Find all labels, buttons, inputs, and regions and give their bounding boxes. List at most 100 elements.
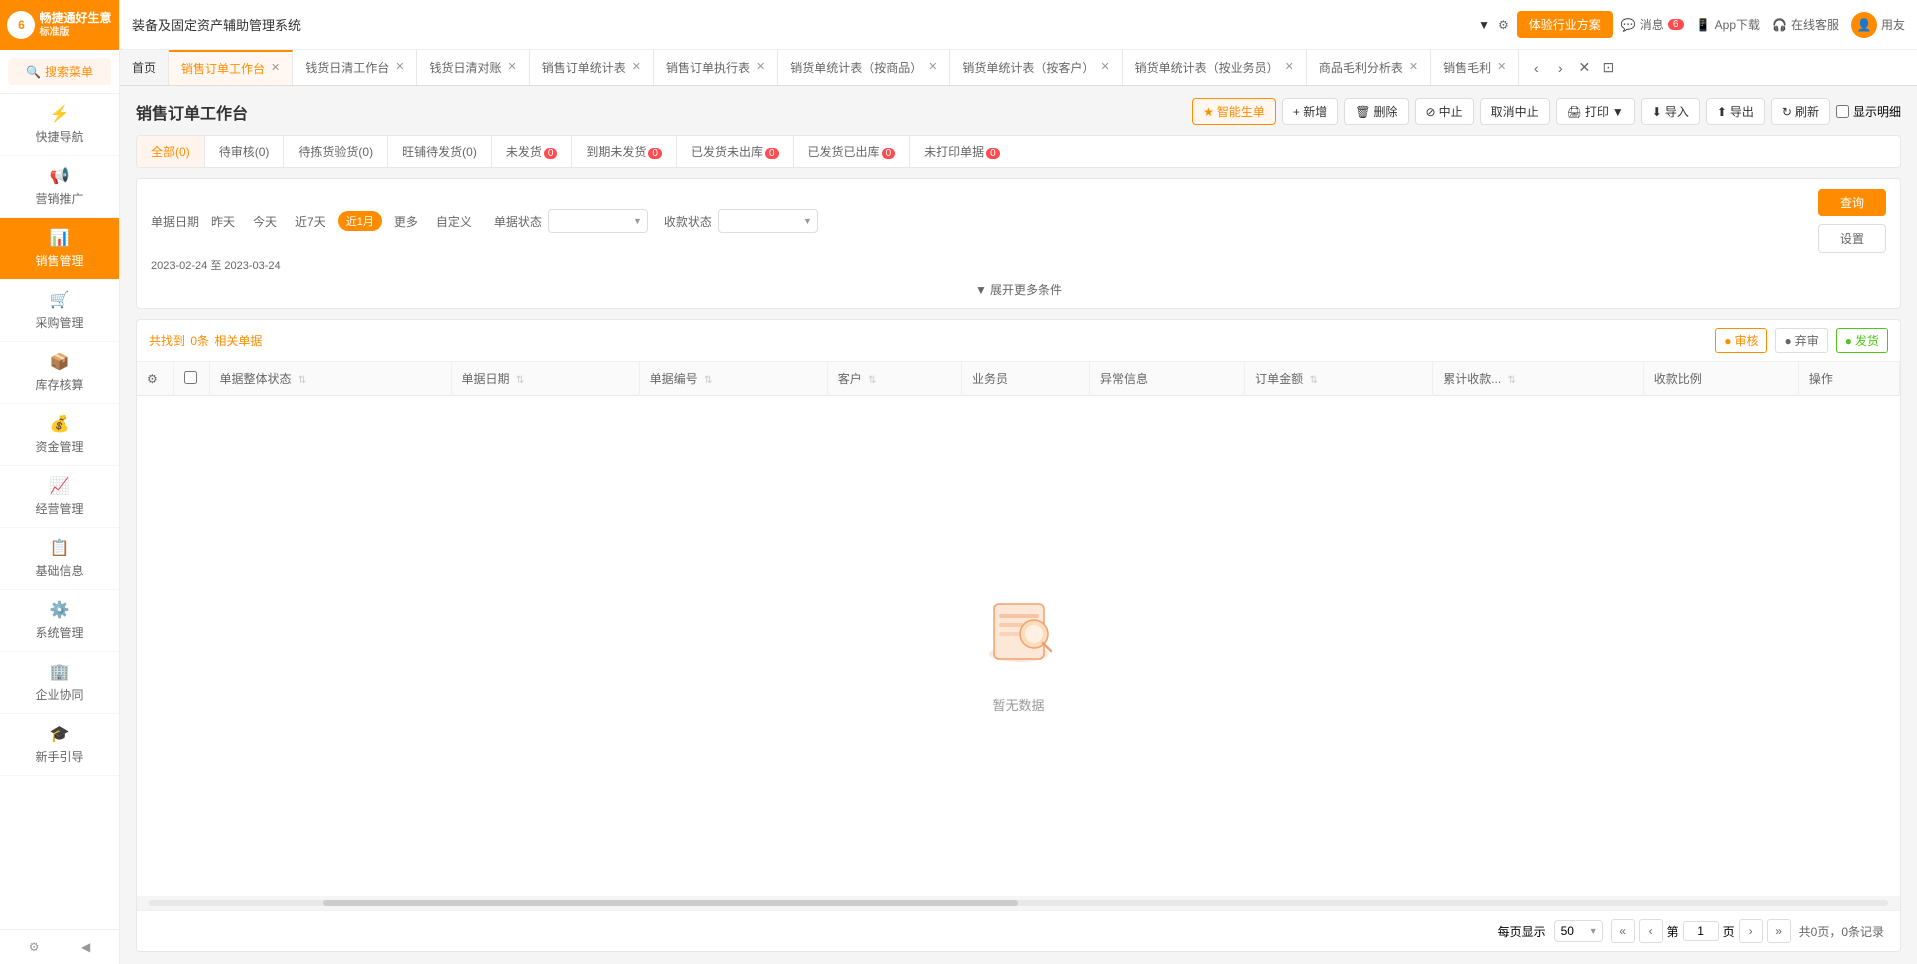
sort-icon[interactable]: ⇅ <box>516 375 524 386</box>
delete-button[interactable]: 🗑 删除 <box>1344 98 1408 125</box>
user-menu[interactable]: 👤 用友 <box>1851 12 1905 38</box>
sort-icon[interactable]: ⇅ <box>298 375 306 386</box>
tab-close-button[interactable]: ✕ <box>928 62 937 73</box>
sort-icon[interactable]: ⇅ <box>868 375 876 386</box>
add-button[interactable]: + 新增 <box>1282 98 1338 125</box>
first-page-button[interactable]: « <box>1611 919 1635 943</box>
tabs-scroll-right-button[interactable]: › <box>1549 57 1571 79</box>
review-batch-button[interactable]: ● 审核 <box>1715 328 1767 353</box>
gear-icon: ⚙ <box>1498 18 1509 32</box>
sort-icon[interactable]: ⇅ <box>704 375 712 386</box>
expand-filter-button[interactable]: ▼ 展开更多条件 <box>975 281 1062 298</box>
tab-close-button[interactable]: ✕ <box>271 63 280 74</box>
show-detail-checkbox[interactable] <box>1836 105 1849 118</box>
sub-tab-all[interactable]: 全部(0) <box>137 136 205 167</box>
col-collected: 累计收款... ⇅ <box>1433 362 1644 396</box>
tab-close-button[interactable]: ✕ <box>1497 62 1506 73</box>
topbar-settings-button[interactable]: ⚙ <box>1498 16 1509 34</box>
date-opt-yesterday[interactable]: 昨天 <box>205 211 241 232</box>
tab-close-button[interactable]: ✕ <box>508 62 517 73</box>
tab-close-button[interactable]: ✕ <box>756 62 765 73</box>
sub-tab-not-shipped[interactable]: 未发货0 <box>492 136 573 167</box>
cancel-review-batch-button[interactable]: ● 弃审 <box>1775 328 1827 353</box>
tab-close-button[interactable]: ✕ <box>1409 62 1418 73</box>
sidebar-item-operations[interactable]: 📈 经营管理 <box>0 466 119 528</box>
sub-tab-wangpu-pending[interactable]: 旺铺待发货(0) <box>388 136 492 167</box>
next-page-button[interactable]: › <box>1739 919 1763 943</box>
sort-icon[interactable]: ⇅ <box>1309 375 1317 386</box>
sidebar-item-quick-nav[interactable]: ⚡ 快捷导航 <box>0 94 119 156</box>
tab-cash-goods-reconcile[interactable]: 钱货日清对账 ✕ <box>417 50 529 86</box>
sidebar-item-guide[interactable]: 🎓 新手引导 <box>0 714 119 776</box>
print-button[interactable]: 🖨 打印 ▼ <box>1556 98 1635 125</box>
payment-select[interactable] <box>718 209 818 233</box>
date-opt-7days[interactable]: 近7天 <box>289 211 332 232</box>
sidebar-item-basic-info[interactable]: 📋 基础信息 <box>0 528 119 590</box>
sub-tab-shipped-out[interactable]: 已发货已出库0 <box>794 136 911 167</box>
tab-sales-order-stats[interactable]: 销售订单统计表 ✕ <box>530 50 654 86</box>
refresh-button[interactable]: ↻ 刷新 <box>1771 98 1830 125</box>
col-staff: 业务员 <box>961 362 1089 396</box>
smart-create-button[interactable]: ★ 智能生单 <box>1192 98 1276 125</box>
query-button[interactable]: 查询 <box>1818 189 1886 216</box>
show-detail-checkbox-wrap[interactable]: 显示明细 <box>1836 103 1901 120</box>
sidebar-item-inventory[interactable]: 📦 库存核算 <box>0 342 119 404</box>
status-select[interactable] <box>548 209 648 233</box>
trial-button[interactable]: 体验行业方案 <box>1517 11 1613 38</box>
tab-close-button[interactable]: ✕ <box>1285 62 1294 73</box>
not-shipped-badge: 0 <box>544 148 558 159</box>
tab-home[interactable]: 首页 <box>120 50 169 86</box>
column-settings-icon[interactable]: ⚙ <box>147 372 158 386</box>
tabs-close-all-button[interactable]: ✕ <box>1573 57 1595 79</box>
sidebar-collapse-button[interactable]: ◀ <box>81 938 90 956</box>
sidebar-item-enterprise[interactable]: 🏢 企业协同 <box>0 652 119 714</box>
sidebar-item-sales[interactable]: 📊 销售管理 <box>0 218 119 280</box>
stop-button[interactable]: ⊘ 中止 <box>1415 98 1474 125</box>
sidebar-item-marketing[interactable]: 📢 营销推广 <box>0 156 119 218</box>
tab-sales-stats-product[interactable]: 销货单统计表（按商品） ✕ <box>778 50 950 86</box>
tab-goods-margin[interactable]: 商品毛利分析表 ✕ <box>1307 50 1431 86</box>
date-opt-1month[interactable]: 近1月 <box>338 211 382 231</box>
page-input[interactable] <box>1683 921 1719 941</box>
last-page-button[interactable]: » <box>1767 919 1791 943</box>
sub-tab-not-printed[interactable]: 未打印单据0 <box>910 136 1014 167</box>
tab-sales-order-workbench[interactable]: 销售订单工作台 ✕ <box>169 50 293 86</box>
cancel-stop-button[interactable]: 取消中止 <box>1480 98 1550 125</box>
sort-icon[interactable]: ⇅ <box>1508 375 1516 386</box>
tabs-expand-button[interactable]: ⊡ <box>1597 57 1619 79</box>
search-menu-button[interactable]: 🔍 搜索菜单 <box>8 58 111 85</box>
sub-tab-pending-review[interactable]: 待审核(0) <box>205 136 285 167</box>
tab-close-button[interactable]: ✕ <box>632 62 641 73</box>
sub-tab-overdue-not-shipped[interactable]: 到期未发货0 <box>572 136 677 167</box>
page-size-select[interactable]: 20 50 100 <box>1554 920 1603 942</box>
tab-close-button[interactable]: ✕ <box>395 62 404 73</box>
ship-batch-button[interactable]: ● 发货 <box>1836 328 1888 353</box>
sidebar-item-system[interactable]: ⚙️ 系统管理 <box>0 590 119 652</box>
prev-page-button[interactable]: ‹ <box>1639 919 1663 943</box>
system-dropdown-button[interactable]: ▼ <box>1478 18 1490 32</box>
date-opt-custom[interactable]: 自定义 <box>430 211 478 232</box>
tabs-scroll-left-button[interactable]: ‹ <box>1525 57 1547 79</box>
horizontal-scrollbar[interactable] <box>137 896 1900 910</box>
messages-button[interactable]: 💬 消息 6 <box>1621 16 1684 33</box>
set-button[interactable]: 设置 <box>1818 224 1886 253</box>
select-all-checkbox[interactable] <box>184 371 197 384</box>
import-button[interactable]: ⬇ 导入 <box>1641 98 1700 125</box>
tab-cash-daily-work[interactable]: 钱货日清工作台 ✕ <box>293 50 417 86</box>
tab-sales-order-exec[interactable]: 销售订单执行表 ✕ <box>654 50 778 86</box>
export-button[interactable]: ⬆ 导出 <box>1706 98 1765 125</box>
tab-sales-stats-customer[interactable]: 销货单统计表（按客户） ✕ <box>950 50 1122 86</box>
app-download-button[interactable]: 📱 App下载 <box>1696 16 1760 33</box>
sidebar-settings-button[interactable]: ⚙ <box>29 938 40 956</box>
tab-sales-stats-staff[interactable]: 销货单统计表（按业务员） ✕ <box>1123 50 1307 86</box>
sub-tab-pending-inspect[interactable]: 待拣货验货(0) <box>284 136 388 167</box>
scrollbar-thumb[interactable] <box>323 900 1019 906</box>
sidebar-item-finance[interactable]: 💰 资金管理 <box>0 404 119 466</box>
tab-sales-gross[interactable]: 销售毛利 ✕ <box>1431 50 1519 86</box>
sub-tab-shipped-not-out[interactable]: 已发货未出库0 <box>677 136 794 167</box>
sidebar-item-purchase[interactable]: 🛒 采购管理 <box>0 280 119 342</box>
date-opt-today[interactable]: 今天 <box>247 211 283 232</box>
online-service-button[interactable]: 🎧 在线客服 <box>1772 16 1839 33</box>
date-opt-more[interactable]: 更多 <box>388 211 424 232</box>
tab-close-button[interactable]: ✕ <box>1100 62 1109 73</box>
